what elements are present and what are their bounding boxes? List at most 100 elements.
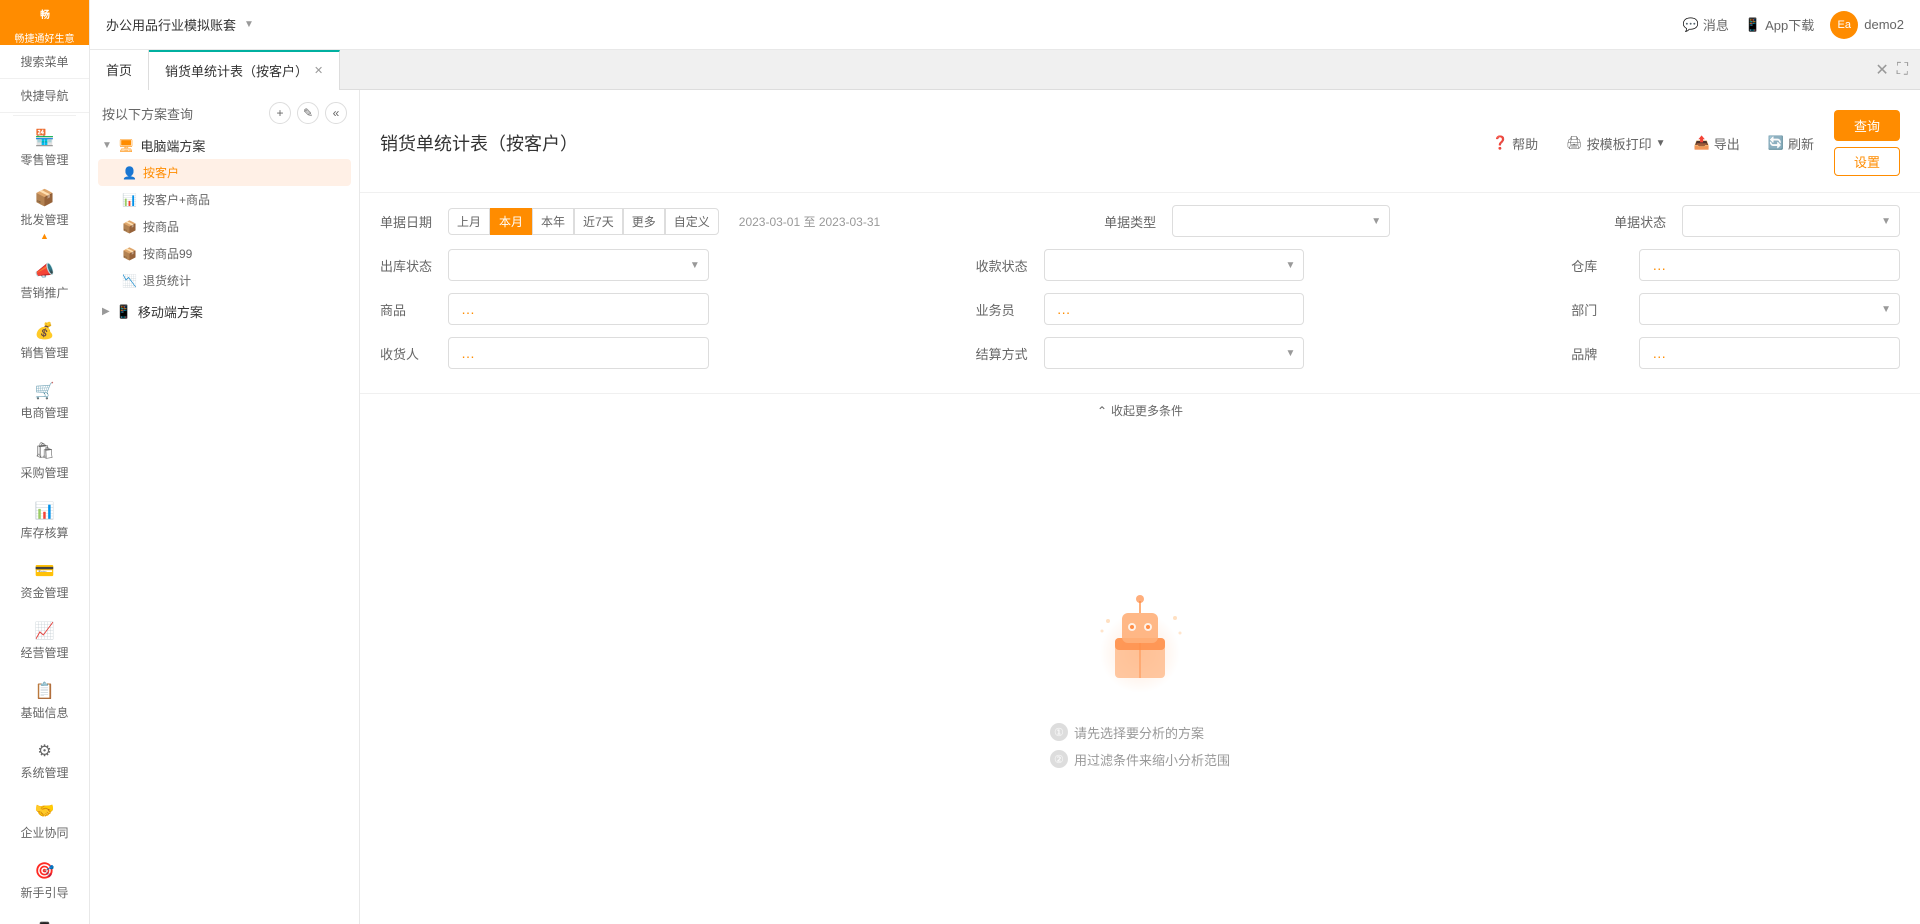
empty-tip-1: ① 请先选择要分析的方案 xyxy=(1050,723,1230,742)
mobile-expand-arrow: ▶ xyxy=(102,306,110,317)
scheme-add-button[interactable]: + xyxy=(269,102,291,124)
scheme-item-by-customer-product[interactable]: 📊 按客户+商品 xyxy=(98,186,351,213)
tabbar: 首页 销货单统计表（按客户） ✕ ✕ ⛶ xyxy=(90,50,1920,90)
custom-date-btn[interactable]: 自定义 xyxy=(665,208,719,235)
sidebar-item-basic[interactable]: 📋 基础信息 xyxy=(0,671,90,731)
tab-close-button[interactable]: ✕ xyxy=(314,64,323,77)
settlement-arrow: ▼ xyxy=(1285,348,1295,359)
warehouse-select[interactable]: … xyxy=(1639,249,1900,281)
department-label: 部门 xyxy=(1571,300,1627,319)
salesperson-select[interactable]: … xyxy=(1044,293,1305,325)
doc-status-label: 单据状态 xyxy=(1614,212,1670,231)
department-select[interactable]: ▼ xyxy=(1639,293,1900,325)
scheme-group-mobile-header[interactable]: ▶ 📱 移动端方案 xyxy=(98,298,351,325)
sidebar-item-sales[interactable]: 💰 销售管理 xyxy=(0,311,90,371)
collapse-bar[interactable]: ⌃ 收起更多条件 xyxy=(360,394,1920,427)
sidebar-item-newbie[interactable]: 🎯 新手引导 xyxy=(0,851,90,911)
doc-status-select[interactable]: ▼ xyxy=(1682,205,1900,237)
scheme-edit-button[interactable]: ✎ xyxy=(297,102,319,124)
sidebar-item-marketing[interactable]: 📣 营销推广 xyxy=(0,251,90,311)
sidebar-item-apps[interactable]: 📱 应用中心 xyxy=(0,911,90,924)
settings-button[interactable]: 设置 xyxy=(1834,147,1900,176)
sidebar-item-enterprise[interactable]: 🤝 企业协同 xyxy=(0,791,90,851)
receiver-select[interactable]: … xyxy=(448,337,709,369)
user-profile[interactable]: Ea demo2 xyxy=(1830,11,1904,39)
scheme-group-desktop-header[interactable]: ▼ 🖥 电脑端方案 xyxy=(98,132,351,159)
tab-home[interactable]: 首页 xyxy=(90,50,149,90)
this-month-btn[interactable]: 本月 xyxy=(490,208,532,235)
receiver-ellipsis: … xyxy=(457,345,479,361)
department-arrow: ▼ xyxy=(1881,304,1891,315)
desktop-icon: 🖥 xyxy=(118,138,135,154)
export-button[interactable]: 📤 导出 xyxy=(1686,130,1748,157)
mobile-icon: 📱 xyxy=(116,304,132,320)
scheme-item-return-stat[interactable]: 📉 退货统计 xyxy=(98,267,351,294)
brand-select[interactable]: … xyxy=(1639,337,1900,369)
quick-nav[interactable]: 快捷导航 xyxy=(0,79,90,113)
help-button[interactable]: ❓ 帮助 xyxy=(1484,130,1546,157)
scheme-panel: 按以下方案查询 + ✎ « ▼ 🖥 电脑端方案 👤 按客户 xyxy=(90,90,360,924)
filter-area: 单据日期 上月 本月 本年 近7天 更多 自定义 2023-03-01 至 20… xyxy=(360,193,1920,394)
warehouse-ellipsis: … xyxy=(1648,257,1670,273)
download-icon: 📱 xyxy=(1745,17,1761,33)
settlement-select[interactable]: ▼ xyxy=(1044,337,1305,369)
scheme-collapse-button[interactable]: « xyxy=(325,102,347,124)
export-icon: 📤 xyxy=(1694,135,1710,151)
customer-icon: 👤 xyxy=(122,166,137,180)
search-menu[interactable]: 搜索菜单 xyxy=(0,45,90,79)
sidebar-item-wholesale[interactable]: 📦 批发管理 ▲ xyxy=(0,178,90,251)
sidebar-item-system[interactable]: ⚙ 系统管理 xyxy=(0,731,90,791)
print-dropdown-arrow: ▼ xyxy=(1656,138,1666,149)
refresh-icon: 🔄 xyxy=(1768,135,1784,151)
purchase-icon: 🛍 xyxy=(34,441,54,461)
page-title: 销货单统计表（按客户） xyxy=(380,130,578,156)
product-icon-2: 📦 xyxy=(122,247,137,261)
sidebar-item-inventory[interactable]: 📊 库存核算 xyxy=(0,491,90,551)
print-icon: 🖨 xyxy=(1566,135,1583,151)
sidebar-item-purchase[interactable]: 🛍 采购管理 xyxy=(0,431,90,491)
avatar: Ea xyxy=(1830,11,1858,39)
close-window-button[interactable]: ✕ xyxy=(1875,60,1888,80)
print-button[interactable]: 🖨 按模板打印 ▼ xyxy=(1558,130,1673,157)
scheme-actions: + ✎ « xyxy=(269,102,347,124)
refresh-button[interactable]: 🔄 刷新 xyxy=(1760,130,1822,157)
last-7-days-btn[interactable]: 近7天 xyxy=(574,208,623,235)
filter-row-1: 单据日期 上月 本月 本年 近7天 更多 自定义 2023-03-01 至 20… xyxy=(380,205,1900,237)
payment-status-select[interactable]: ▼ xyxy=(1044,249,1305,281)
date-group: 上月 本月 本年 近7天 更多 自定义 xyxy=(448,208,719,235)
date-label: 单据日期 xyxy=(380,212,436,231)
query-button[interactable]: 查询 xyxy=(1834,110,1900,141)
doc-type-select[interactable]: ▼ xyxy=(1172,205,1390,237)
this-year-btn[interactable]: 本年 xyxy=(532,208,574,235)
filter-row-2: 出库状态 ▼ 收款状态 ▼ 仓库 … xyxy=(380,249,1900,281)
brand-label: 品牌 xyxy=(1571,344,1627,363)
salesperson-ellipsis: … xyxy=(1053,301,1075,317)
customer-product-icon: 📊 xyxy=(122,193,137,207)
maximize-button[interactable]: ⛶ xyxy=(1897,61,1908,79)
last-month-btn[interactable]: 上月 xyxy=(448,208,490,235)
out-status-select[interactable]: ▼ xyxy=(448,249,709,281)
doc-type-arrow: ▼ xyxy=(1371,216,1381,227)
page-body: 按以下方案查询 + ✎ « ▼ 🖥 电脑端方案 👤 按客户 xyxy=(90,90,1920,924)
system-icon: ⚙ xyxy=(37,741,51,761)
out-status-arrow: ▼ xyxy=(690,260,700,271)
sidebar-item-finance[interactable]: 💳 资金管理 xyxy=(0,551,90,611)
scheme-item-by-customer[interactable]: 👤 按客户 xyxy=(98,159,351,186)
scheme-item-by-product[interactable]: 📦 按商品 xyxy=(98,213,351,240)
scheme-item-by-product-99[interactable]: 📦 按商品99 xyxy=(98,240,351,267)
app-download-button[interactable]: 📱 App下载 xyxy=(1745,15,1814,34)
breadcrumb-arrow[interactable]: ▼ xyxy=(244,19,254,30)
doc-type-label: 单据类型 xyxy=(1104,212,1160,231)
sales-icon: 💰 xyxy=(35,321,55,341)
wholesale-icon: 📦 xyxy=(35,188,55,208)
tab-sales-stat[interactable]: 销货单统计表（按客户） ✕ xyxy=(149,50,340,90)
empty-illustration xyxy=(1080,583,1200,703)
product-select[interactable]: … xyxy=(448,293,709,325)
more-date-btn[interactable]: 更多 xyxy=(623,208,665,235)
app-logo[interactable]: 畅 畅捷通好生意 xyxy=(0,0,90,45)
sidebar-item-retail[interactable]: 🏪 零售管理 xyxy=(0,118,90,178)
sidebar-item-operations[interactable]: 📈 经营管理 xyxy=(0,611,90,671)
out-status-label: 出库状态 xyxy=(380,256,436,275)
message-button[interactable]: 💬 消息 xyxy=(1683,15,1729,34)
sidebar-item-ecommerce[interactable]: 🛒 电商管理 xyxy=(0,371,90,431)
